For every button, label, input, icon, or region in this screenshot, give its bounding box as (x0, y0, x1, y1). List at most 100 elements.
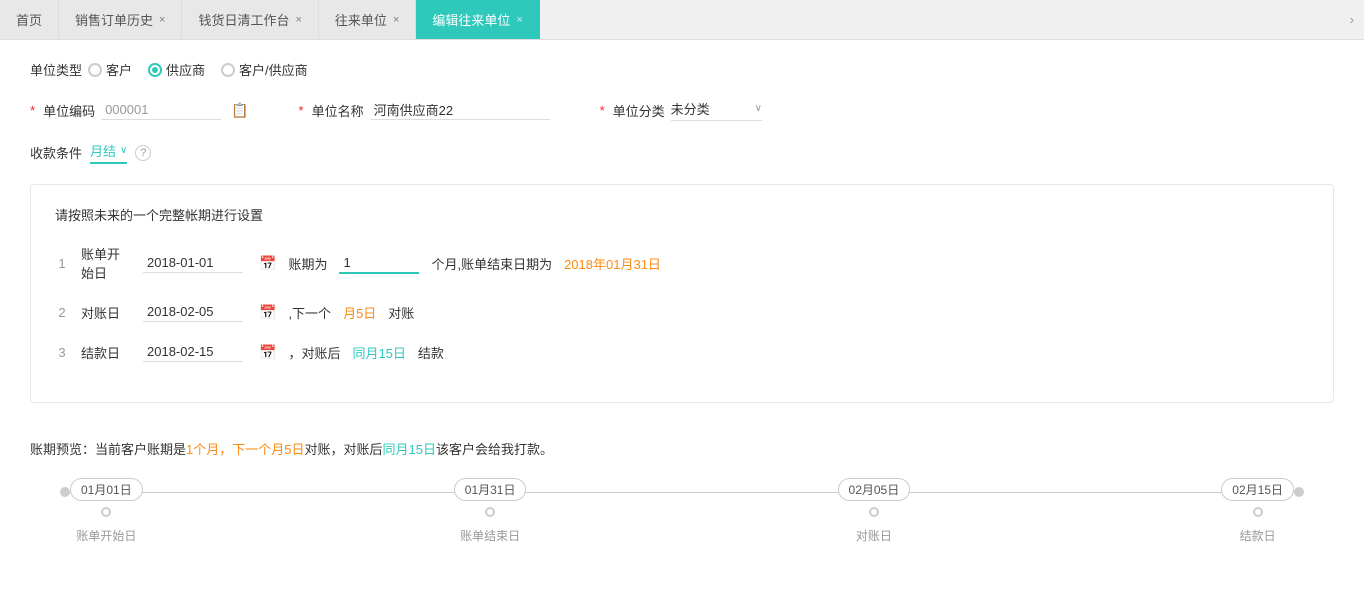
preview-part1: 1个月， (186, 442, 232, 457)
preview-text: 账期预览：当前客户账期是1个月，下一个月5日对账，对账后同月15日该客户会给我打… (30, 439, 1334, 458)
timeline-start-dot (60, 487, 70, 497)
tab-cashwork[interactable]: 钱货日清工作台 × (182, 0, 318, 39)
radio-supplier[interactable]: 供应商 (148, 60, 205, 79)
preview-part2: 下一个月5日 (232, 442, 304, 457)
radio-circle-customer (88, 63, 102, 77)
preview-label: 账期预览：当前客户账期是 (30, 442, 186, 457)
timeline-sublabel-1: 账单结束日 (460, 527, 520, 544)
period-end-date-highlight: 2018年01月31日 (564, 254, 661, 273)
radio-both[interactable]: 客户/供应商 (221, 60, 308, 79)
tab-sales-history[interactable]: 销售订单历史 × (59, 0, 182, 39)
period-suffix-post-3: 结款 (418, 343, 444, 362)
tab-close-cashwork[interactable]: × (295, 14, 301, 26)
period-num-1: 1 (55, 256, 69, 271)
period-suffix-pre-2: ,下一个 (288, 303, 331, 322)
unit-category-group: * 单位分类 未分类 ∨ (600, 99, 762, 121)
unit-category-label: 单位分类 (613, 101, 665, 120)
preview-part4: 同月15日 (383, 442, 436, 457)
period-row-label-3: 结款日 (81, 343, 131, 362)
chevron-right-icon: › (1350, 12, 1354, 27)
radio-customer[interactable]: 客户 (88, 60, 132, 79)
unit-category-value: 未分类 (671, 99, 751, 118)
timeline-point-0: 01月01日 账单开始日 (70, 478, 143, 544)
required-star-code: * (30, 103, 35, 118)
radio-customer-label: 客户 (106, 60, 132, 79)
main-content: 单位类型 客户 供应商 客户/供应商 * 单位编码 (0, 40, 1364, 608)
period-suffix-post-2: 对账 (388, 303, 414, 322)
period-row-label-2: 对账日 (81, 303, 131, 322)
timeline-point-3: 02月15日 结款日 (1221, 478, 1294, 544)
timeline-sublabel-3: 结款日 (1240, 527, 1276, 544)
payment-condition-value: 月结 (90, 141, 116, 160)
timeline-badge-3: 02月15日 (1221, 478, 1294, 501)
calendar-icon-code[interactable]: 📋 (231, 102, 248, 119)
timeline-sublabel-2: 对账日 (856, 527, 892, 544)
payment-condition-select[interactable]: 月结 ∨ (90, 141, 127, 164)
timeline-circle-0 (101, 507, 111, 517)
timeline-circle-1 (485, 507, 495, 517)
chevron-down-icon-condition: ∨ (120, 145, 127, 156)
timeline-badge-2: 02月05日 (838, 478, 911, 501)
timeline-circle-3 (1253, 507, 1263, 517)
required-star-name: * (299, 103, 304, 118)
timeline-sublabel-0: 账单开始日 (76, 527, 136, 544)
unit-name-label: 单位名称 (312, 101, 364, 120)
tab-close-sales-history[interactable]: × (159, 14, 165, 26)
tab-home[interactable]: 首页 (0, 0, 59, 39)
reconcile-day-highlight: 月5日 (343, 303, 376, 322)
period-row-2: 2 对账日 📅 ,下一个月5日对账 (55, 302, 1309, 322)
period-row-3: 3 结款日 📅 ，对账后同月15日结款 (55, 342, 1309, 362)
unit-category-select[interactable]: 未分类 ∨ (671, 99, 762, 121)
period-row-label-1: 账单开始日 (81, 244, 131, 282)
unit-info-row: * 单位编码 📋 * 单位名称 * 单位分类 未分类 ∨ (30, 99, 1334, 121)
radio-supplier-label: 供应商 (166, 60, 205, 79)
preview-part5: 该客户会给我打款。 (436, 442, 553, 457)
tab-more-button[interactable]: › (1340, 0, 1364, 39)
tab-contacts[interactable]: 往来单位 × (319, 0, 416, 39)
period-suffix-pre-3: ，对账后 (288, 343, 340, 362)
unit-code-input[interactable] (101, 100, 221, 120)
tab-bar: 首页 销售订单历史 × 钱货日清工作台 × 往来单位 × 编辑往来单位 × › (0, 0, 1364, 40)
period-title: 请按照未来的一个完整帐期进行设置 (55, 205, 1309, 224)
tab-close-contacts[interactable]: × (393, 14, 399, 26)
period-suffix-post-1: 个月,账单结束日期为 (431, 254, 552, 273)
timeline-end-dot (1294, 487, 1304, 497)
period-settings-box: 请按照未来的一个完整帐期进行设置 1 账单开始日 📅 账期为 个月,账单结束日期… (30, 184, 1334, 403)
unit-name-group: * 单位名称 (299, 100, 550, 120)
timeline-badge-1: 01月31日 (454, 478, 527, 501)
payment-condition-label: 收款条件 (30, 143, 82, 162)
unit-code-group: * 单位编码 📋 (30, 100, 249, 120)
radio-circle-both (221, 63, 235, 77)
reconcile-date-input[interactable] (143, 302, 243, 322)
radio-group-unit-type: 客户 供应商 客户/供应商 (88, 60, 308, 79)
tab-edit-contacts[interactable]: 编辑往来单位 × (416, 0, 539, 39)
required-star-category: * (600, 103, 605, 118)
radio-both-label: 客户/供应商 (239, 60, 308, 79)
start-date-input[interactable] (143, 253, 243, 273)
unit-code-label: 单位编码 (43, 101, 95, 120)
period-row-1: 1 账单开始日 📅 账期为 个月,账单结束日期为 2018年01月31日 (55, 244, 1309, 282)
calendar-icon-start[interactable]: 📅 (259, 255, 276, 272)
preview-part3: 对账，对账后 (304, 442, 382, 457)
period-suffix-pre-1: 账期为 (288, 254, 327, 273)
radio-circle-supplier (148, 63, 162, 77)
unit-type-label: 单位类型 (30, 60, 82, 79)
payment-date-input[interactable] (143, 342, 243, 362)
timeline-point-1: 01月31日 账单结束日 (454, 478, 527, 544)
help-icon[interactable]: ? (135, 145, 151, 161)
calendar-icon-payment[interactable]: 📅 (259, 344, 276, 361)
period-num-2: 2 (55, 305, 69, 320)
calendar-icon-reconcile[interactable]: 📅 (259, 304, 276, 321)
payment-condition-row: 收款条件 月结 ∨ ? (30, 141, 1334, 164)
timeline-circle-2 (869, 507, 879, 517)
unit-name-input[interactable] (370, 100, 550, 120)
timeline-points: 01月01日 账单开始日 01月31日 账单结束日 02月05日 对账日 02月… (70, 478, 1294, 544)
unit-type-group: 单位类型 客户 供应商 客户/供应商 (30, 60, 308, 79)
payment-day-highlight: 同月15日 (352, 343, 405, 362)
preview-section: 账期预览：当前客户账期是1个月，下一个月5日对账，对账后同月15日该客户会给我打… (30, 423, 1334, 544)
period-months-input[interactable] (339, 253, 419, 274)
period-num-3: 3 (55, 345, 69, 360)
timeline-point-2: 02月05日 对账日 (838, 478, 911, 544)
tab-close-edit-contacts[interactable]: × (516, 14, 522, 26)
unit-type-row: 单位类型 客户 供应商 客户/供应商 (30, 60, 1334, 79)
